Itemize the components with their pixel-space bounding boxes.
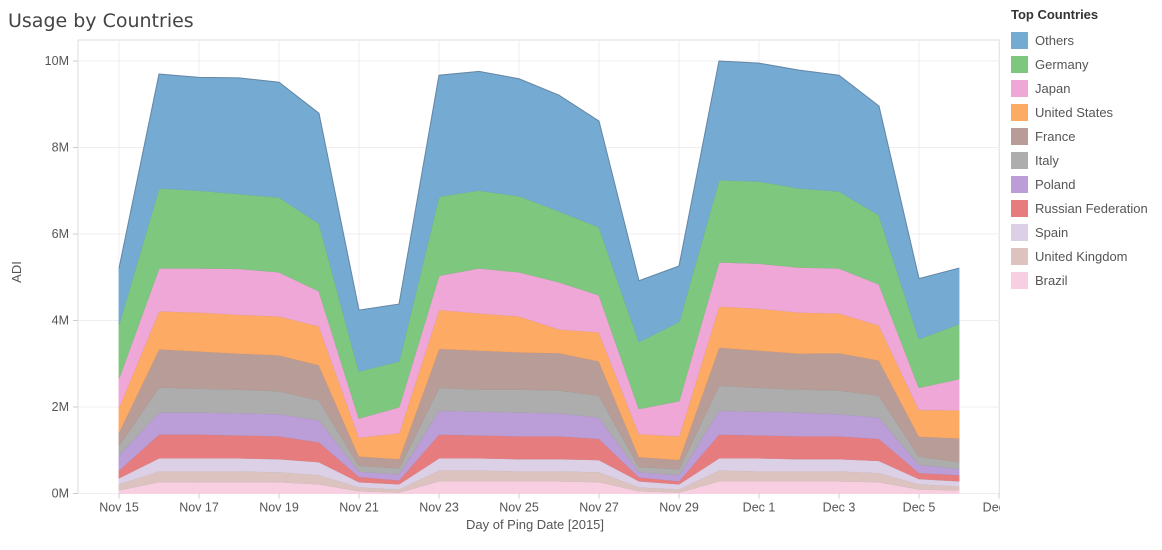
legend-swatch	[1011, 79, 1028, 97]
legend-swatch	[1011, 127, 1028, 145]
legend-item-united-kingdom[interactable]: United Kingdom	[1011, 244, 1148, 268]
x-tick-label: Dec 7	[983, 501, 1000, 515]
legend-item-others[interactable]: Others	[1011, 28, 1148, 52]
legend-swatch	[1011, 31, 1028, 49]
x-tick-label: Dec 1	[743, 501, 776, 515]
y-tick-label: 2M	[52, 400, 69, 414]
legend-item-germany[interactable]: Germany	[1011, 52, 1148, 76]
legend-item-france[interactable]: France	[1011, 124, 1148, 148]
legend-swatch	[1011, 247, 1028, 265]
x-axis-title: Day of Ping Date [2015]	[466, 517, 604, 532]
y-axis-title: ADI	[9, 261, 24, 283]
x-tick-label: Nov 17	[179, 501, 219, 515]
legend-label: United States	[1035, 104, 1114, 120]
legend-label: Germany	[1035, 56, 1089, 72]
legend-title: Top Countries	[1011, 7, 1099, 22]
legend-label: France	[1035, 128, 1076, 144]
legend-label: Italy	[1035, 152, 1059, 168]
y-tick-label: 10M	[45, 54, 69, 68]
legend-item-brazil[interactable]: Brazil	[1011, 268, 1148, 292]
legend-label: Brazil	[1035, 272, 1068, 288]
legend-item-russian-federation[interactable]: Russian Federation	[1011, 196, 1148, 220]
legend-item-japan[interactable]: Japan	[1011, 76, 1148, 100]
legend-swatch	[1011, 175, 1028, 193]
x-tick-label: Nov 25	[499, 501, 539, 515]
legend-swatch	[1011, 151, 1028, 169]
legend-label: Spain	[1035, 224, 1069, 240]
area-layers	[118, 60, 960, 494]
legend-label: United Kingdom	[1035, 248, 1128, 264]
x-tick-label: Dec 3	[823, 501, 856, 515]
x-tick-label: Dec 5	[903, 501, 936, 515]
y-tick-label: 0M	[52, 487, 69, 501]
legend-item-italy[interactable]: Italy	[1011, 148, 1148, 172]
legend-swatch	[1011, 223, 1028, 241]
legend-item-united-states[interactable]: United States	[1011, 100, 1148, 124]
legend-swatch	[1011, 55, 1028, 73]
x-tick-label: Nov 27	[579, 501, 619, 515]
stacked-area-chart: 0M 2M 4M 6M 8M 10M Nov 15 Nov 17 Nov 19 Nov 21 Nov…	[9, 39, 1000, 532]
x-tick-label: Nov 21	[339, 501, 379, 515]
legend-label: Poland	[1035, 176, 1076, 192]
area-brazil	[118, 480, 960, 494]
y-tick-label: 8M	[52, 141, 69, 155]
legend-swatch	[1011, 271, 1028, 289]
y-tick-label: 4M	[52, 314, 69, 328]
legend-item-spain[interactable]: Spain	[1011, 220, 1148, 244]
legend-label: Others	[1035, 32, 1075, 48]
legend-swatch	[1011, 199, 1028, 217]
legend-swatch	[1011, 103, 1028, 121]
x-tick-label: Nov 15	[99, 501, 139, 515]
y-tick-label: 6M	[52, 227, 69, 241]
x-tick-label: Nov 29	[659, 501, 699, 515]
x-tick-label: Nov 19	[259, 501, 299, 515]
x-tick-label: Nov 23	[419, 501, 459, 515]
legend-item-poland[interactable]: Poland	[1011, 172, 1148, 196]
legend-label: Russian Federation	[1035, 200, 1148, 216]
legend: Top Countries Others Germany Japan United S…	[1011, 7, 1148, 292]
legend-label: Japan	[1035, 80, 1071, 96]
